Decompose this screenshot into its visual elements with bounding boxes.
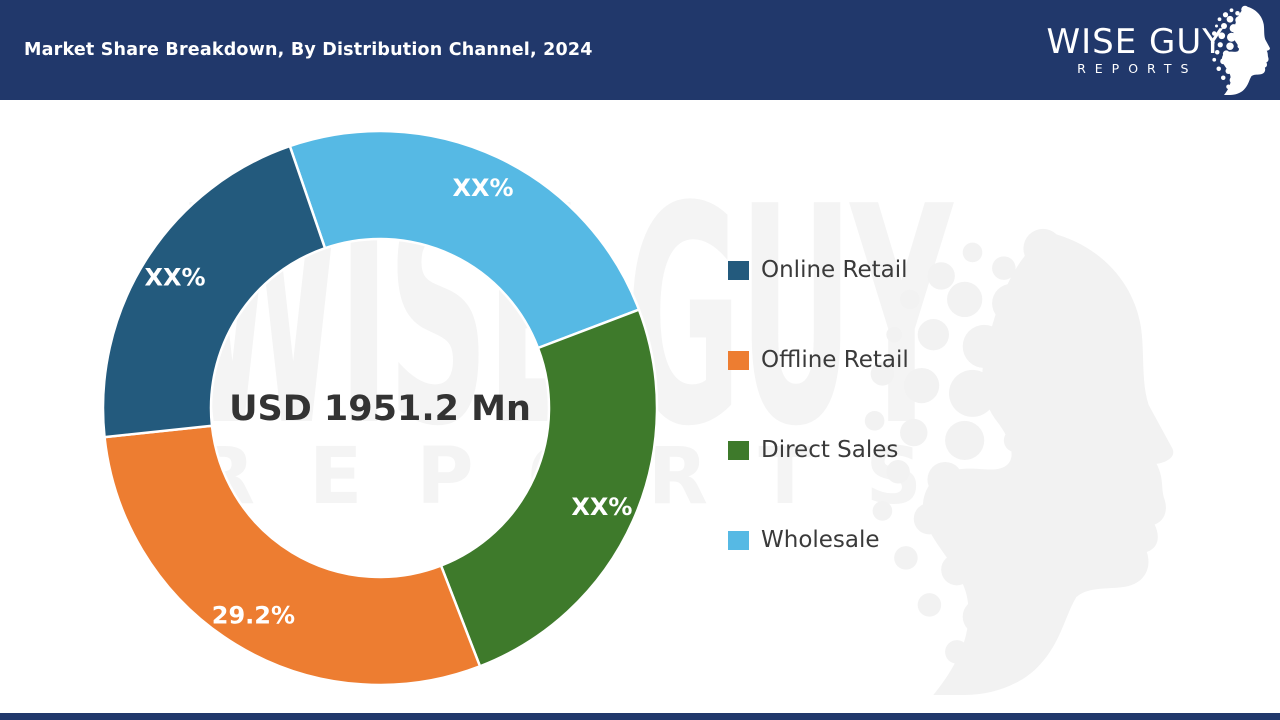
header-bar: Market Share Breakdown, By Distribution …: [0, 0, 1280, 100]
segment-value-label: XX%: [453, 174, 514, 202]
chart-legend: Online Retail Offline Retail Direct Sales W…: [728, 248, 909, 608]
donut-segment-direct-sales: [439, 308, 659, 668]
page-title: Market Share Breakdown, By Distribution …: [24, 40, 593, 60]
infographic: Market Share Breakdown, By Distribution …: [0, 0, 1280, 720]
brand-logo: WISE GUY REPORTS: [1046, 5, 1274, 95]
legend-label: Wholesale: [761, 527, 880, 553]
segment-value-label: 29.2%: [212, 601, 295, 629]
legend-label: Online Retail: [761, 257, 908, 283]
segment-value-label: XX%: [571, 493, 632, 521]
legend-label: Direct Sales: [761, 437, 899, 463]
donut-segment-wholesale: [288, 129, 641, 350]
legend-swatch: [728, 260, 749, 280]
segment-value-label: XX%: [144, 264, 205, 292]
legend-item-direct-sales: Direct Sales: [728, 428, 909, 472]
legend-label: Offline Retail: [761, 347, 909, 373]
legend-item-offline-retail: Offline Retail: [728, 338, 909, 382]
donut-segment-offline-retail: [103, 424, 482, 687]
legend-item-wholesale: Wholesale: [728, 518, 909, 562]
center-value-label: USD 1951.2 Mn: [229, 389, 531, 429]
legend-item-online-retail: Online Retail: [728, 248, 909, 292]
donut-chart: XX% XX% 29.2% XX% USD 1951.2 Mn: [101, 129, 659, 687]
legend-swatch: [728, 440, 749, 460]
brand-head-icon: [1198, 5, 1274, 95]
legend-swatch: [728, 350, 749, 370]
legend-swatch: [728, 530, 749, 550]
footer-bar: [0, 713, 1280, 720]
